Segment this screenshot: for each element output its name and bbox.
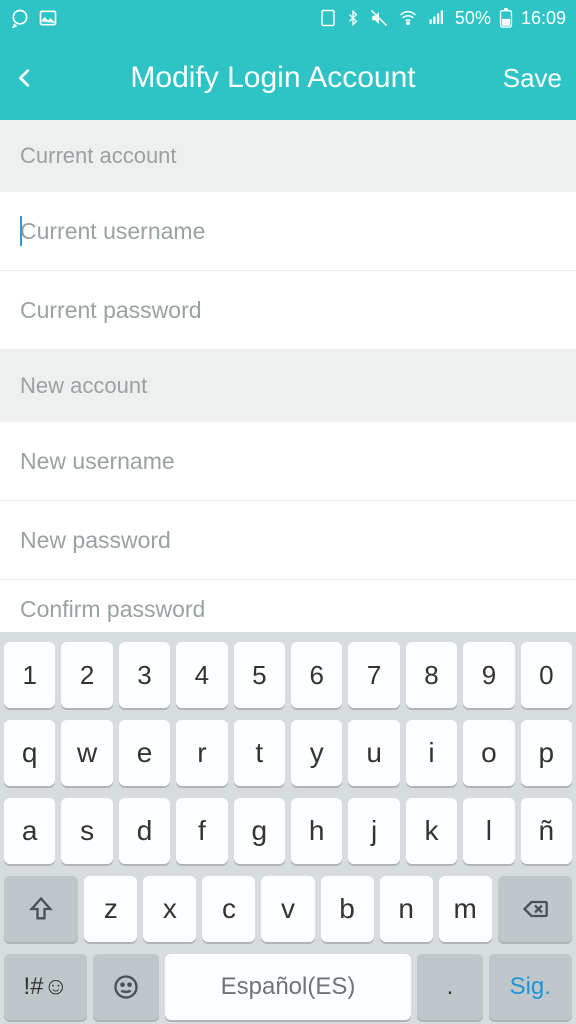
emoji-key[interactable] bbox=[93, 954, 158, 1020]
mute-icon bbox=[369, 9, 389, 27]
key-b[interactable]: b bbox=[321, 876, 374, 942]
key-n[interactable]: n bbox=[380, 876, 433, 942]
key-7[interactable]: 7 bbox=[348, 642, 399, 708]
page-title: Modify Login Account bbox=[54, 61, 492, 95]
confirm-password-input[interactable] bbox=[20, 596, 556, 623]
key-9[interactable]: 9 bbox=[463, 642, 514, 708]
key-x[interactable]: x bbox=[143, 876, 196, 942]
shift-key[interactable] bbox=[4, 876, 78, 942]
status-left bbox=[10, 8, 58, 28]
field-new-password[interactable] bbox=[0, 501, 576, 580]
key-e[interactable]: e bbox=[119, 720, 170, 786]
key-p[interactable]: p bbox=[521, 720, 572, 786]
new-username-input[interactable] bbox=[20, 448, 556, 475]
battery-icon bbox=[499, 8, 513, 28]
whatsapp-icon bbox=[10, 8, 30, 28]
key-6[interactable]: 6 bbox=[291, 642, 342, 708]
keyboard-row-bottom: !#☺ Español(ES) . Sig. bbox=[4, 954, 572, 1020]
key-k[interactable]: k bbox=[406, 798, 457, 864]
field-current-password[interactable] bbox=[0, 271, 576, 350]
signal-icon bbox=[427, 9, 447, 27]
key-d[interactable]: d bbox=[119, 798, 170, 864]
symbols-key[interactable]: !#☺ bbox=[4, 954, 87, 1020]
key-f[interactable]: f bbox=[176, 798, 227, 864]
next-key[interactable]: Sig. bbox=[489, 954, 572, 1020]
key-l[interactable]: l bbox=[463, 798, 514, 864]
key-4[interactable]: 4 bbox=[176, 642, 227, 708]
status-right: 50% 16:09 bbox=[319, 8, 566, 29]
key-t[interactable]: t bbox=[234, 720, 285, 786]
wifi-icon bbox=[397, 9, 419, 27]
key-ñ[interactable]: ñ bbox=[521, 798, 572, 864]
key-1[interactable]: 1 bbox=[4, 642, 55, 708]
key-o[interactable]: o bbox=[463, 720, 514, 786]
field-new-username[interactable] bbox=[0, 422, 576, 501]
clock-text: 16:09 bbox=[521, 8, 566, 29]
text-cursor bbox=[20, 216, 22, 246]
keyboard: 1234567890 qwertyuiop asdfghjklñ zxcvbnm… bbox=[0, 632, 576, 1024]
battery-percent: 50% bbox=[455, 8, 491, 29]
backspace-key[interactable] bbox=[498, 876, 572, 942]
key-a[interactable]: a bbox=[4, 798, 55, 864]
save-button[interactable]: Save bbox=[492, 63, 562, 94]
section-header-current: Current account bbox=[0, 120, 576, 192]
period-key[interactable]: . bbox=[417, 954, 482, 1020]
key-r[interactable]: r bbox=[176, 720, 227, 786]
download-icon bbox=[319, 9, 337, 27]
image-icon bbox=[38, 8, 58, 28]
keyboard-row-asdf: asdfghjklñ bbox=[4, 798, 572, 864]
key-q[interactable]: q bbox=[4, 720, 55, 786]
key-2[interactable]: 2 bbox=[61, 642, 112, 708]
keyboard-row-numbers: 1234567890 bbox=[4, 642, 572, 708]
keyboard-row-zxcv: zxcvbnm bbox=[4, 876, 572, 942]
current-username-input[interactable] bbox=[20, 218, 556, 245]
key-h[interactable]: h bbox=[291, 798, 342, 864]
key-g[interactable]: g bbox=[234, 798, 285, 864]
key-m[interactable]: m bbox=[439, 876, 492, 942]
status-bar: 50% 16:09 bbox=[0, 0, 576, 36]
key-j[interactable]: j bbox=[348, 798, 399, 864]
key-z[interactable]: z bbox=[84, 876, 137, 942]
content: Current account New account bbox=[0, 120, 576, 640]
back-button[interactable] bbox=[14, 61, 54, 95]
key-s[interactable]: s bbox=[61, 798, 112, 864]
current-password-input[interactable] bbox=[20, 297, 556, 324]
key-3[interactable]: 3 bbox=[119, 642, 170, 708]
key-0[interactable]: 0 bbox=[521, 642, 572, 708]
key-5[interactable]: 5 bbox=[234, 642, 285, 708]
nav-bar: Modify Login Account Save bbox=[0, 36, 576, 120]
key-i[interactable]: i bbox=[406, 720, 457, 786]
new-password-input[interactable] bbox=[20, 527, 556, 554]
key-w[interactable]: w bbox=[61, 720, 112, 786]
field-current-username[interactable] bbox=[0, 192, 576, 271]
key-8[interactable]: 8 bbox=[406, 642, 457, 708]
spacebar-key[interactable]: Español(ES) bbox=[165, 954, 412, 1020]
section-header-new: New account bbox=[0, 350, 576, 422]
field-confirm-password[interactable] bbox=[0, 580, 576, 640]
key-c[interactable]: c bbox=[202, 876, 255, 942]
bluetooth-icon bbox=[345, 9, 361, 27]
keyboard-row-qwerty: qwertyuiop bbox=[4, 720, 572, 786]
key-v[interactable]: v bbox=[261, 876, 314, 942]
key-u[interactable]: u bbox=[348, 720, 399, 786]
key-y[interactable]: y bbox=[291, 720, 342, 786]
